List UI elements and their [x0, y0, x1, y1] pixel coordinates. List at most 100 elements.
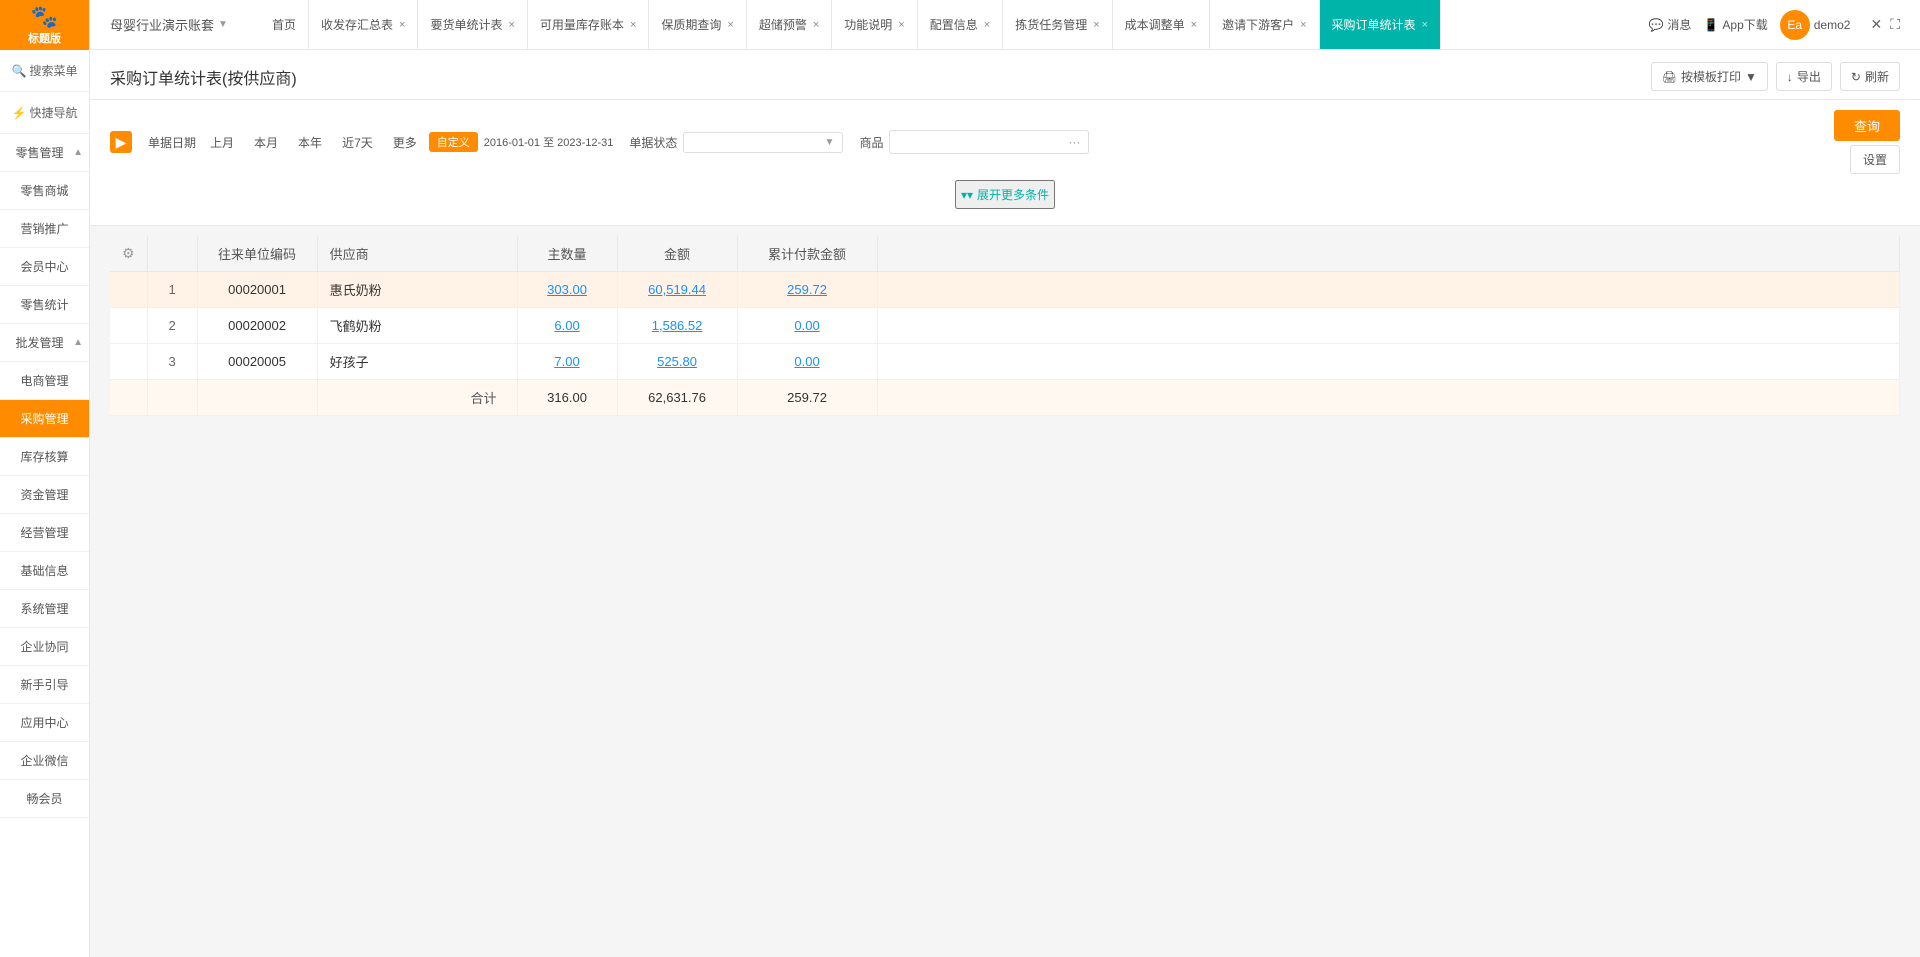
row-amount-link[interactable]: 60,519.44: [648, 282, 706, 297]
tab-expiry-query[interactable]: 保质期查询×: [649, 0, 746, 50]
export-icon: ↓: [1787, 70, 1793, 84]
sidebar-item-basic[interactable]: 基础信息: [0, 552, 89, 590]
tab-home[interactable]: 首页: [260, 0, 309, 50]
footer-empty-index: [147, 380, 197, 416]
tab-close-cost-adjust[interactable]: ×: [1191, 19, 1197, 31]
export-button[interactable]: ↓ 导出: [1776, 62, 1832, 91]
col-header-settings: ⚙: [110, 236, 147, 272]
footer-amount: 62,631.76: [617, 380, 737, 416]
sidebar-label-inventory: 库存核算: [6, 448, 83, 465]
sidebar-item-wechat[interactable]: 企业微信: [0, 742, 89, 780]
row-settings: [110, 344, 147, 380]
sidebar-item-member2[interactable]: 畅会员: [0, 780, 89, 818]
row-paid-link[interactable]: 0.00: [794, 318, 819, 333]
sidebar-label-enterprise: 企业协同: [6, 638, 83, 655]
maximize-button[interactable]: ⛶: [1890, 16, 1900, 33]
more-date-btn[interactable]: 更多: [385, 132, 425, 153]
tab-available-stock[interactable]: 可用量库存账本×: [528, 0, 649, 50]
sidebar-label-marketing: 营销推广: [6, 220, 83, 237]
account-dropdown[interactable]: 母婴行业演示账套 ▼: [100, 15, 260, 34]
sidebar-item-operation[interactable]: 经营管理: [0, 514, 89, 552]
filter-settings-button[interactable]: 设置: [1850, 145, 1900, 174]
tab-close-config-info[interactable]: ×: [984, 19, 990, 31]
tab-cost-adjust[interactable]: 成本调整单×: [1113, 0, 1210, 50]
filter-toggle-button[interactable]: ▶: [110, 131, 132, 153]
tab-close-overstock-alert[interactable]: ×: [813, 19, 819, 31]
sidebar-item-retail[interactable]: 零售管理▲: [0, 134, 89, 172]
tab-pick-task[interactable]: 拣货任务管理×: [1003, 0, 1112, 50]
row-supplier: 惠氏奶粉: [317, 272, 517, 308]
table-row[interactable]: 1 00020001 惠氏奶粉 303.00 60,519.44 259.72: [110, 272, 1900, 308]
content-area: 采购订单统计表(按供应商) 🖨 按模板打印 ▼ ↓ 导出 ↻ 刷新: [90, 50, 1920, 957]
expand-more-button[interactable]: ▾▾ 展开更多条件: [955, 180, 1055, 209]
sidebar-item-ecommerce[interactable]: 电商管理: [0, 362, 89, 400]
table-row[interactable]: 2 00020002 飞鹤奶粉 6.00 1,586.52 0.00: [110, 308, 1900, 344]
row-qty-link[interactable]: 6.00: [554, 318, 579, 333]
quick-nav-button[interactable]: ⚡ 快捷导航: [6, 100, 83, 125]
sidebar-item-appcenter[interactable]: 应用中心: [0, 704, 89, 742]
tab-purchase-stat[interactable]: 采购订单统计表 ×: [1320, 0, 1441, 50]
tab-function-desc[interactable]: 功能说明×: [832, 0, 917, 50]
row-amount-link[interactable]: 525.80: [657, 354, 697, 369]
user-avatar-button[interactable]: Ea demo2: [1780, 10, 1851, 40]
sidebar-label-newguide: 新手引导: [6, 676, 83, 693]
tab-order-summary[interactable]: 要货单统计表×: [418, 0, 527, 50]
last-month-btn[interactable]: 上月: [202, 132, 242, 153]
custom-date-badge[interactable]: 自定义: [429, 132, 478, 152]
sidebar-item-member[interactable]: 会员中心: [0, 248, 89, 286]
tabs-container: 首页收发存汇总表×要货单统计表×可用量库存账本×保质期查询×超储预警×功能说明×…: [260, 0, 1638, 50]
col-header-qty: 主数量: [517, 236, 617, 272]
table-footer-row: 合计 316.00 62,631.76 259.72: [110, 380, 1900, 416]
tab-receive-summary[interactable]: 收发存汇总表×: [309, 0, 418, 50]
sidebar-item-finance[interactable]: 资金管理: [0, 476, 89, 514]
search-menu-button[interactable]: 🔍 搜索菜单: [6, 58, 83, 83]
this-month-btn[interactable]: 本月: [246, 132, 286, 153]
table-row[interactable]: 3 00020005 好孩子 7.00 525.80 0.00: [110, 344, 1900, 380]
sidebar-item-marketing[interactable]: 营销推广: [0, 210, 89, 248]
refresh-button[interactable]: ↻ 刷新: [1840, 62, 1900, 91]
sidebar-label-retail-stat: 零售统计: [6, 296, 83, 313]
sidebar-item-newguide[interactable]: 新手引导: [0, 666, 89, 704]
print-button[interactable]: 🖨 按模板打印 ▼: [1651, 62, 1768, 91]
sidebar-item-wholesale[interactable]: 批发管理▲: [0, 324, 89, 362]
sidebar-item-purchase[interactable]: 采购管理: [0, 400, 89, 438]
sidebar-arrow-icon-retail: ▲: [73, 147, 83, 158]
tab-close-invite-downstream[interactable]: ×: [1300, 19, 1306, 31]
tab-label-purchase-stat: 采购订单统计表: [1332, 16, 1416, 33]
app-download-button[interactable]: 📱 App下载: [1703, 16, 1767, 33]
close-tab-button[interactable]: ✕: [1870, 16, 1882, 33]
tab-close-order-summary[interactable]: ×: [508, 19, 514, 31]
row-amount: 60,519.44: [617, 272, 737, 308]
page-header: 采购订单统计表(按供应商) 🖨 按模板打印 ▼ ↓ 导出 ↻ 刷新: [90, 50, 1920, 100]
row-paid-link[interactable]: 0.00: [794, 354, 819, 369]
tab-close-purchase-stat[interactable]: ×: [1422, 19, 1428, 31]
message-button[interactable]: 💬 消息: [1648, 16, 1691, 33]
row-qty-link[interactable]: 7.00: [554, 354, 579, 369]
goods-select[interactable]: ···: [889, 130, 1089, 154]
tab-overstock-alert[interactable]: 超储预警 ×: [747, 0, 832, 50]
tab-label-overstock-alert: 超储预警: [759, 16, 807, 33]
sidebar-item-retail-stat[interactable]: 零售统计: [0, 286, 89, 324]
tab-config-info[interactable]: 配置信息×: [918, 0, 1003, 50]
sidebar-item-system[interactable]: 系统管理: [0, 590, 89, 628]
row-qty-link[interactable]: 303.00: [547, 282, 587, 297]
date-filter: 单据日期 上月 本月 本年 近7天 更多 自定义 2016-01-01 至 20…: [148, 132, 613, 153]
row-paid-link[interactable]: 259.72: [787, 282, 827, 297]
sidebar-item-retail-shop[interactable]: 零售商城: [0, 172, 89, 210]
tab-close-receive-summary[interactable]: ×: [399, 19, 405, 31]
tab-invite-downstream[interactable]: 邀请下游客户×: [1210, 0, 1319, 50]
query-button[interactable]: 查询: [1834, 110, 1900, 141]
sidebar-item-inventory[interactable]: 库存核算: [0, 438, 89, 476]
tab-close-function-desc[interactable]: ×: [898, 19, 904, 31]
sidebar-item-enterprise[interactable]: 企业协同: [0, 628, 89, 666]
window-buttons: ✕ ⛶: [1862, 16, 1900, 33]
row-amount-link[interactable]: 1,586.52: [652, 318, 703, 333]
tab-close-expiry-query[interactable]: ×: [727, 19, 733, 31]
last-7days-btn[interactable]: 近7天: [334, 132, 381, 153]
this-year-btn[interactable]: 本年: [290, 132, 330, 153]
expand-row: ▾▾ 展开更多条件: [110, 174, 1900, 215]
column-settings-button[interactable]: ⚙: [122, 245, 135, 262]
tab-close-available-stock[interactable]: ×: [630, 19, 636, 31]
status-select[interactable]: ▼: [683, 132, 843, 153]
tab-close-pick-task[interactable]: ×: [1093, 19, 1099, 31]
